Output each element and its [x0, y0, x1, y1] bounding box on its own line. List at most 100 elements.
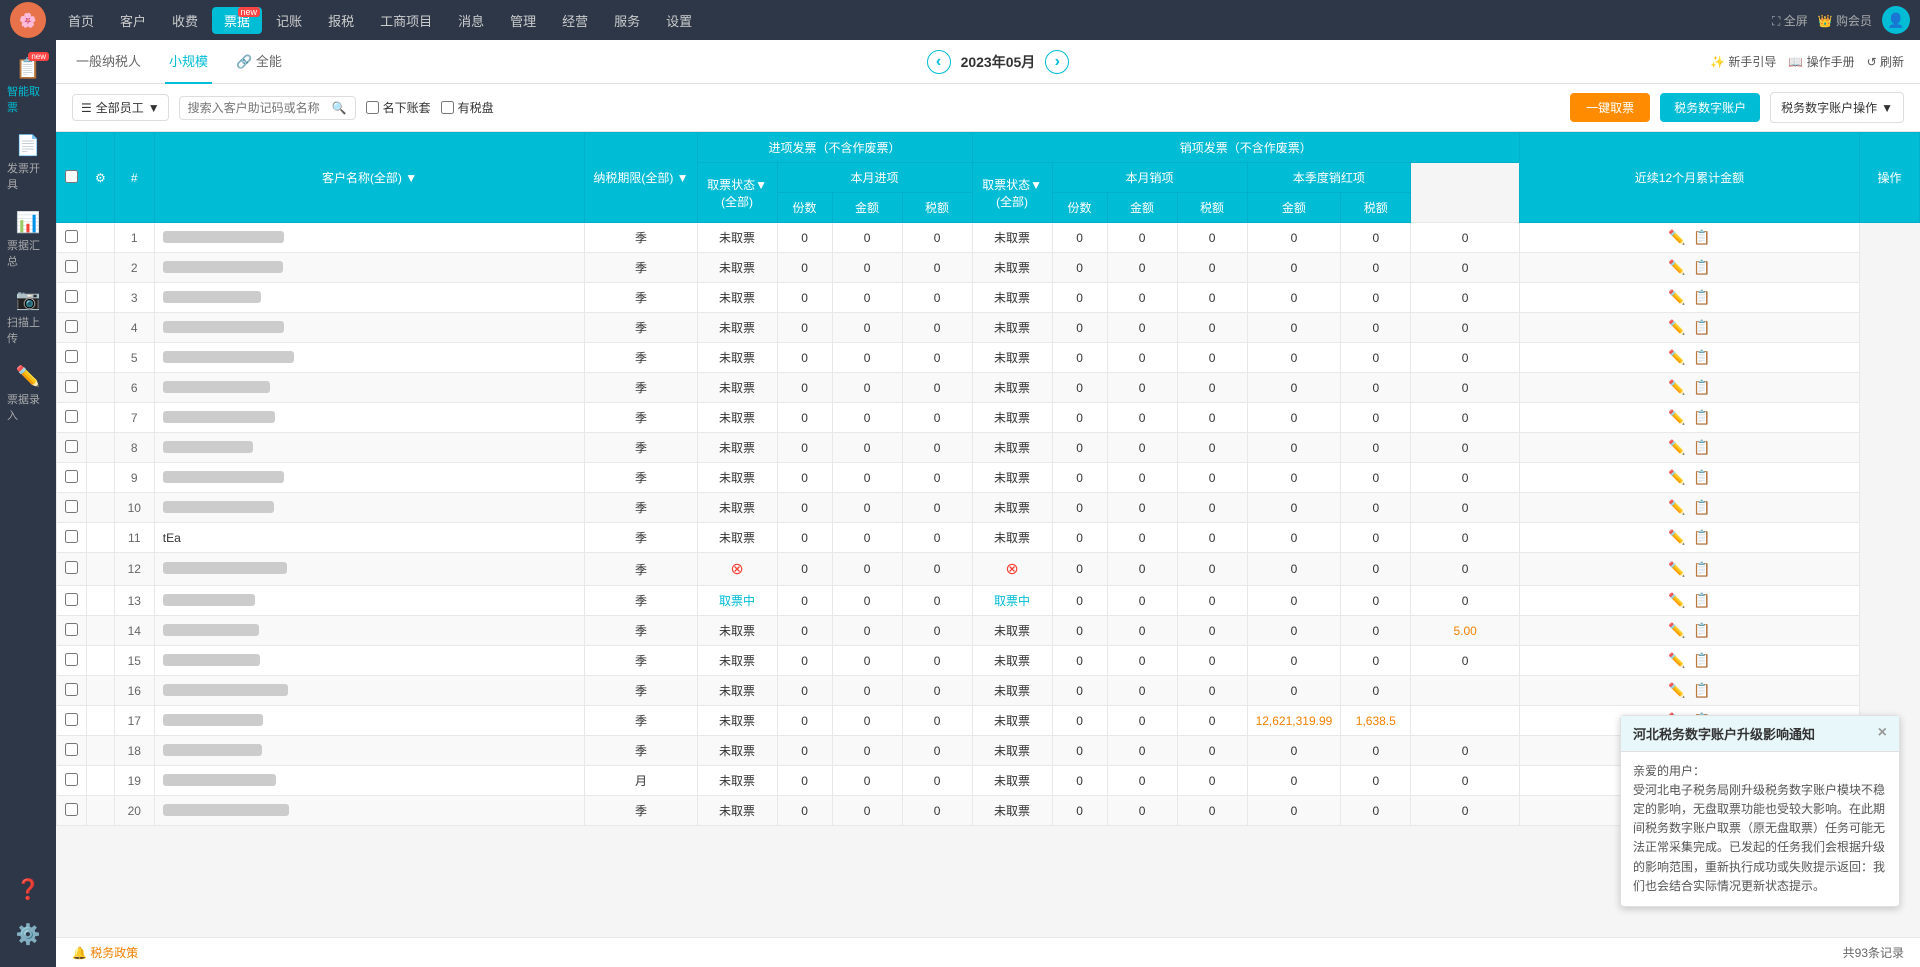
new-guide-btn[interactable]: ✨ 新手引导	[1710, 53, 1776, 70]
copy-btn[interactable]: 📋	[1691, 289, 1712, 305]
cell-checkbox[interactable]	[57, 523, 87, 553]
sidebar-item-smart-ticket[interactable]: 📋 智能取票 new	[3, 48, 53, 123]
nav-operation[interactable]: 经营	[550, 7, 600, 34]
tax-disk-checkbox[interactable]	[441, 101, 454, 114]
edit-btn[interactable]: ✏️	[1666, 592, 1687, 608]
copy-btn[interactable]: 📋	[1691, 319, 1712, 335]
th-client-name[interactable]: 客户名称(全部) ▼	[154, 133, 585, 223]
nav-home[interactable]: 首页	[56, 7, 106, 34]
prev-month-btn[interactable]: ‹	[927, 50, 951, 74]
edit-btn[interactable]: ✏️	[1666, 379, 1687, 395]
cell-checkbox[interactable]	[57, 676, 87, 706]
fullscreen-btn[interactable]: ⛶ 全屏	[1772, 12, 1808, 29]
cell-checkbox[interactable]	[57, 433, 87, 463]
checkbox-sub-account[interactable]: 名下账套	[366, 99, 431, 116]
tab-small-scale[interactable]: 小规模	[165, 40, 212, 84]
operation-manual-btn[interactable]: 📖 操作手册	[1788, 53, 1854, 70]
cell-checkbox[interactable]	[57, 463, 87, 493]
nav-client[interactable]: 客户	[108, 7, 158, 34]
tab-general-taxpayer[interactable]: 一般纳税人	[72, 40, 145, 84]
th-tax-period[interactable]: 纳税期限(全部) ▼	[585, 133, 697, 223]
user-avatar[interactable]: 👤	[1882, 6, 1910, 34]
copy-btn[interactable]: 📋	[1691, 469, 1712, 485]
sidebar-item-scan-upload[interactable]: 📷 扫描上传	[3, 279, 53, 354]
sidebar-item-ticket-entry[interactable]: ✏️ 票据录入	[3, 356, 53, 431]
sidebar-item-invoice-open[interactable]: 📄 发票开具	[3, 125, 53, 200]
cell-checkbox[interactable]	[57, 616, 87, 646]
edit-btn[interactable]: ✏️	[1666, 529, 1687, 545]
copy-btn[interactable]: 📋	[1691, 229, 1712, 245]
edit-btn[interactable]: ✏️	[1666, 439, 1687, 455]
cell-checkbox[interactable]	[57, 343, 87, 373]
sidebar-item-config[interactable]: ⚙️	[3, 914, 53, 957]
th-out-status[interactable]: 取票状态▼(全部)	[972, 163, 1052, 223]
tax-policy-link[interactable]: 🔔 税务政策	[72, 944, 138, 961]
nav-manage[interactable]: 管理	[498, 7, 548, 34]
nav-service[interactable]: 服务	[602, 7, 652, 34]
cell-checkbox[interactable]	[57, 736, 87, 766]
select-all-checkbox[interactable]	[65, 170, 78, 183]
cell-checkbox[interactable]	[57, 403, 87, 433]
th-settings[interactable]: ⚙	[87, 133, 115, 223]
nav-ticket[interactable]: 票据 new	[212, 7, 262, 34]
nav-message[interactable]: 消息	[446, 7, 496, 34]
edit-btn[interactable]: ✏️	[1666, 469, 1687, 485]
edit-btn[interactable]: ✏️	[1666, 409, 1687, 425]
copy-btn[interactable]: 📋	[1691, 259, 1712, 275]
refresh-btn[interactable]: ↺ 刷新	[1867, 53, 1904, 70]
edit-btn[interactable]: ✏️	[1666, 229, 1687, 245]
tab-all[interactable]: 🔗 全能	[232, 40, 286, 84]
copy-btn[interactable]: 📋	[1691, 529, 1712, 545]
edit-btn[interactable]: ✏️	[1666, 561, 1687, 577]
copy-btn[interactable]: 📋	[1691, 682, 1712, 698]
cell-checkbox[interactable]	[57, 223, 87, 253]
sidebar-item-ticket-summary[interactable]: 📊 票据汇总	[3, 202, 53, 277]
member-btn[interactable]: 👑 购会员	[1818, 12, 1872, 29]
employee-filter[interactable]: ☰ 全部员工 ▼	[72, 94, 169, 121]
edit-btn[interactable]: ✏️	[1666, 499, 1687, 515]
tax-digital-account-op-btn[interactable]: 税务数字账户操作 ▼	[1770, 92, 1904, 123]
cell-checkbox[interactable]	[57, 253, 87, 283]
nav-settings[interactable]: 设置	[654, 7, 704, 34]
copy-btn[interactable]: 📋	[1691, 349, 1712, 365]
copy-btn[interactable]: 📋	[1691, 409, 1712, 425]
copy-btn[interactable]: 📋	[1691, 652, 1712, 668]
cell-checkbox[interactable]	[57, 493, 87, 523]
copy-btn[interactable]: 📋	[1691, 561, 1712, 577]
cell-checkbox[interactable]	[57, 553, 87, 586]
copy-btn[interactable]: 📋	[1691, 592, 1712, 608]
one-click-ticket-btn[interactable]: 一键取票	[1570, 93, 1650, 122]
nav-fee[interactable]: 收费	[160, 7, 210, 34]
cell-checkbox[interactable]	[57, 646, 87, 676]
copy-btn[interactable]: 📋	[1691, 622, 1712, 638]
search-input[interactable]	[188, 101, 328, 115]
search-icon[interactable]: 🔍	[332, 101, 347, 115]
checkbox-tax-disk[interactable]: 有税盘	[441, 99, 494, 116]
cell-checkbox[interactable]	[57, 313, 87, 343]
copy-btn[interactable]: 📋	[1691, 499, 1712, 515]
edit-btn[interactable]: ✏️	[1666, 682, 1687, 698]
nav-bookkeeping[interactable]: 记账	[264, 7, 314, 34]
th-in-status[interactable]: 取票状态▼(全部)	[697, 163, 777, 223]
edit-btn[interactable]: ✏️	[1666, 289, 1687, 305]
cell-checkbox[interactable]	[57, 796, 87, 826]
cell-checkbox[interactable]	[57, 586, 87, 616]
edit-btn[interactable]: ✏️	[1666, 349, 1687, 365]
next-month-btn[interactable]: ›	[1045, 50, 1069, 74]
copy-btn[interactable]: 📋	[1691, 379, 1712, 395]
edit-btn[interactable]: ✏️	[1666, 652, 1687, 668]
sidebar-item-help[interactable]: ❓	[3, 869, 53, 912]
popup-close-btn[interactable]: ×	[1878, 724, 1887, 742]
cell-checkbox[interactable]	[57, 766, 87, 796]
cell-checkbox[interactable]	[57, 373, 87, 403]
nav-business[interactable]: 工商项目	[368, 7, 444, 34]
sub-account-checkbox[interactable]	[366, 101, 379, 114]
tax-digital-account-btn[interactable]: 税务数字账户	[1660, 93, 1760, 122]
edit-btn[interactable]: ✏️	[1666, 259, 1687, 275]
edit-btn[interactable]: ✏️	[1666, 622, 1687, 638]
cell-checkbox[interactable]	[57, 706, 87, 736]
copy-btn[interactable]: 📋	[1691, 439, 1712, 455]
edit-btn[interactable]: ✏️	[1666, 319, 1687, 335]
nav-tax[interactable]: 报税	[316, 7, 366, 34]
cell-checkbox[interactable]	[57, 283, 87, 313]
